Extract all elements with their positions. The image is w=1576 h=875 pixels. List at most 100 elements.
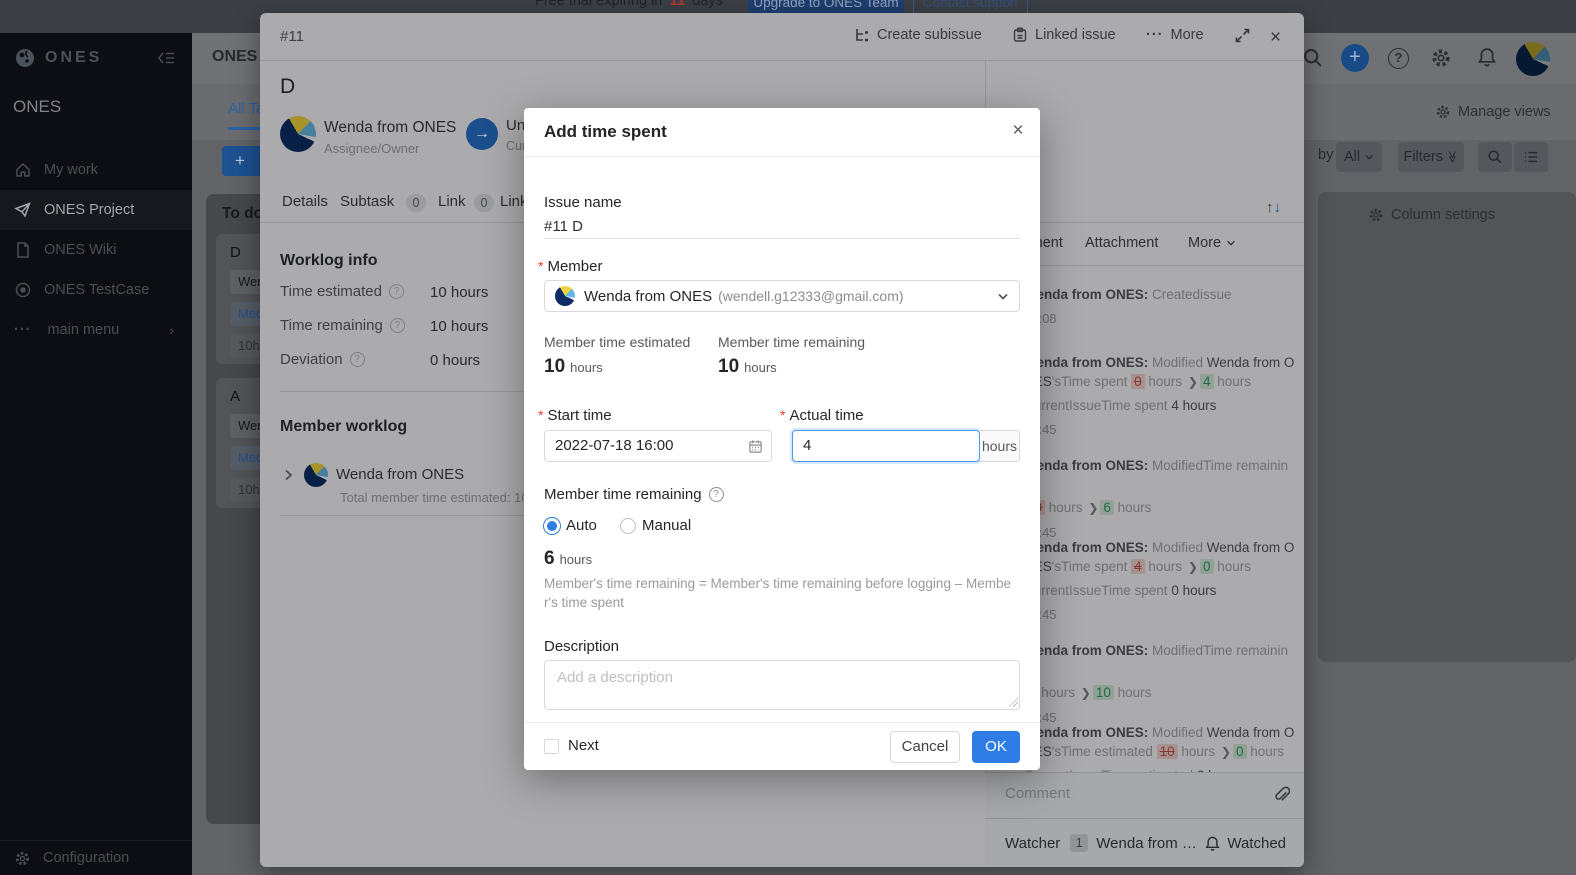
team-name[interactable]: ONES (13, 97, 61, 117)
user-avatar[interactable] (1516, 42, 1550, 76)
sidebar: ONES ONES My work ONES Project ONES Wiki… (0, 33, 192, 875)
gear-icon (1368, 207, 1384, 223)
tab-subtask[interactable]: Subtask (340, 193, 394, 210)
sidebar-item-main-menu[interactable]: ··· main menu › (0, 310, 192, 350)
entry-action: Modified (1148, 540, 1207, 555)
label-text: Deviation (280, 351, 343, 368)
entry-user: Wenda from ONES: (1024, 643, 1149, 658)
radio-auto-label[interactable]: Auto (566, 517, 597, 534)
member-email: (wendell.g12333@gmail.com) (718, 288, 904, 304)
old-value: 10 (1156, 744, 1178, 759)
status-transition-icon[interactable]: → (466, 118, 498, 150)
value: 6 (544, 548, 555, 569)
watcher-name[interactable]: Wenda from ONES (1096, 835, 1204, 852)
member-worklog-name[interactable]: Wenda from ONES (336, 466, 464, 483)
sidebar-item-label: ONES Wiki (44, 242, 117, 258)
sidebar-item-ones-wiki[interactable]: ONES Wiki (0, 230, 192, 270)
actual-time-label: * Actual time (780, 407, 864, 424)
collapse-sidebar-icon[interactable] (156, 49, 176, 67)
comment-input[interactable]: Comment (1005, 785, 1070, 802)
entry-user: Wenda from ONES: (1024, 355, 1149, 370)
activity-entry: Wenda from ONES: Modified Wenda from ONE… (997, 353, 1295, 439)
help-circle-icon: ? (389, 318, 405, 333)
next-checkbox-label[interactable]: Next (568, 737, 599, 754)
entry-time: 16:45 (1024, 422, 1057, 437)
testcase-icon (14, 281, 32, 299)
radio-manual[interactable] (620, 518, 636, 534)
member-label-text: Member (547, 258, 603, 275)
group-by-select[interactable]: All (1336, 142, 1382, 172)
search-icon[interactable] (1302, 47, 1324, 69)
ok-button[interactable]: OK (972, 731, 1020, 763)
ones-logo: ONES (14, 46, 102, 70)
divider (544, 238, 1020, 239)
expand-row-chevron-icon[interactable] (282, 468, 294, 482)
sort-toggle-icon[interactable]: ↑↓ (1266, 199, 1281, 216)
tab-more[interactable]: More (1188, 235, 1236, 251)
expand-icon[interactable] (1234, 27, 1251, 44)
calendar-icon (748, 439, 763, 454)
worklog-row-value: 10 hours (430, 318, 489, 335)
label-text: Member time remaining (544, 486, 702, 503)
entry-extra-label: CurrentIssueTime spent (1024, 398, 1172, 413)
change-arrow-icon: ❯ (1187, 375, 1198, 389)
help-icon[interactable]: ? (1388, 48, 1409, 69)
manage-views-button[interactable]: Manage views (1435, 104, 1551, 120)
subtask-count-badge: 0 (406, 194, 426, 212)
filters-button[interactable]: Filters ≫ (1398, 142, 1464, 172)
list-view-icon[interactable] (1514, 142, 1548, 172)
create-subissue-button[interactable]: Create subissue (854, 27, 982, 43)
column-settings-label: Column settings (1391, 207, 1495, 223)
assignee-name[interactable]: Wenda from ONES (324, 119, 456, 137)
description-textarea[interactable] (544, 660, 1020, 710)
radio-auto[interactable] (544, 518, 560, 534)
trial-days: 11 (669, 0, 686, 9)
unit: hours (1246, 744, 1285, 759)
help-circle-icon: ? (349, 352, 365, 367)
sidebar-item-ones-project[interactable]: ONES Project (0, 190, 192, 230)
tab-attachment[interactable]: Attachment (1085, 235, 1158, 251)
start-time-value: 2022-07-18 16:00 (555, 437, 674, 454)
configuration-label: Configuration (43, 850, 130, 866)
settings-gear-icon[interactable] (1430, 47, 1452, 69)
cancel-button[interactable]: Cancel (890, 731, 960, 763)
sidebar-item-my-work[interactable]: My work (0, 150, 192, 190)
tab-details[interactable]: Details (282, 193, 328, 210)
board-column-right: Column settings (1318, 192, 1576, 662)
resize-handle[interactable] (1009, 698, 1018, 707)
tab-all-tasks[interactable]: All Tasks (228, 100, 262, 117)
member-time-estimated-label: Member time estimated (544, 334, 691, 350)
next-checkbox[interactable] (544, 739, 559, 754)
radio-manual-label[interactable]: Manual (642, 517, 691, 534)
sidebar-item-ones-testcase[interactable]: ONES TestCase (0, 270, 192, 310)
assignee-role: Assignee/Owner (324, 141, 420, 156)
bell-icon[interactable] (1476, 46, 1498, 68)
board-search-icon[interactable] (1478, 142, 1512, 172)
close-icon[interactable]: × (1006, 120, 1030, 142)
card-title: D (230, 244, 241, 261)
worklog-row-label: Time estimated? (280, 283, 404, 300)
entry-time: 16:08 (1024, 311, 1057, 326)
label-text: Time estimated (280, 283, 382, 300)
sort-up-icon: ↑ (1266, 199, 1274, 216)
ones-logo-word: ONES (45, 49, 103, 66)
configuration-button[interactable]: Configuration (0, 840, 192, 875)
create-button[interactable]: + (1341, 44, 1369, 72)
more-button[interactable]: ··· More (1146, 27, 1204, 43)
start-time-input[interactable]: 2022-07-18 16:00 (544, 430, 772, 462)
member-select[interactable]: Wenda from ONES (wendell.g12333@gmail.co… (544, 280, 1020, 312)
card-title: A (230, 388, 241, 405)
tab-link[interactable]: Link (438, 193, 466, 210)
actual-time-value: 4 (803, 437, 812, 454)
linked-issue-button[interactable]: Linked issue (1012, 27, 1116, 43)
unit: hours (744, 360, 777, 375)
unit: hours (1144, 559, 1186, 574)
close-icon[interactable]: × (1270, 27, 1281, 49)
watched-button[interactable]: Watched (1204, 835, 1286, 852)
column-settings-button[interactable]: Column settings (1368, 207, 1495, 223)
assignee-avatar[interactable] (280, 116, 316, 152)
unit: hours (1213, 559, 1252, 574)
paperclip-icon[interactable] (1272, 784, 1290, 804)
trial-suffix: days (692, 0, 723, 9)
actual-time-input[interactable]: 4 (792, 430, 980, 462)
